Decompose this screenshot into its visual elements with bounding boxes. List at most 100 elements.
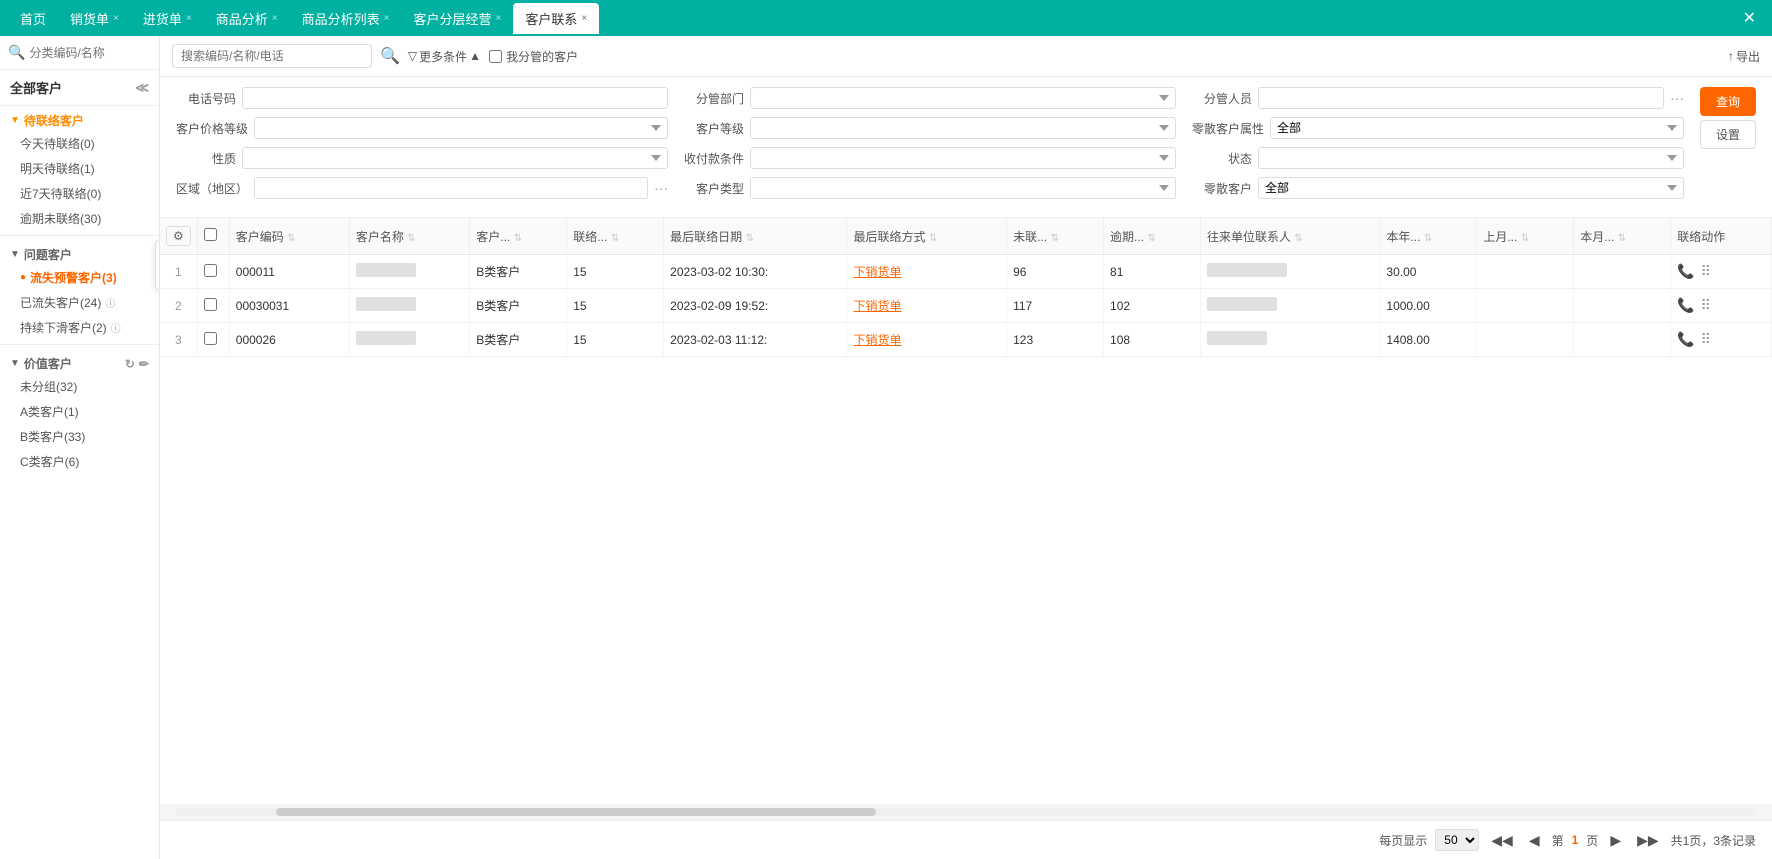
manager-input[interactable] [1258, 87, 1664, 109]
last-contact-method-link-2[interactable]: 下销货单 [853, 299, 901, 313]
per-page-select[interactable]: 50 [1435, 829, 1479, 851]
filter-search-input[interactable] [172, 44, 372, 68]
export-button[interactable]: ↑ 导出 [1728, 48, 1760, 65]
td-contact-person-2 [1200, 289, 1379, 323]
more-conditions-arrow-icon: ▲ [469, 49, 481, 63]
query-button[interactable]: 查询 [1700, 87, 1756, 116]
nature-select[interactable] [242, 147, 668, 169]
my-customers-checkbox-label[interactable]: 我分管的客户 [489, 48, 578, 65]
dept-select[interactable] [750, 87, 1176, 109]
sidebar-item-churn-warning[interactable]: ● 流失预警客户(3) [0, 265, 159, 290]
region-dots-icon[interactable]: ··· [654, 180, 668, 196]
table-settings-button[interactable]: ⚙ [166, 226, 191, 246]
phone-input[interactable] [242, 87, 668, 109]
sidebar-item-class-a[interactable]: A类客户(1) [0, 399, 159, 424]
last-page-button[interactable]: ▶▶ [1633, 830, 1663, 851]
close-purchase-tab-icon[interactable]: × [186, 13, 192, 24]
contact-person-blur-1 [1207, 263, 1287, 277]
main-layout: 🔍 全部客户 ≪ ▼ 待联络客户 今天待联络(0) 明天待联络(1) 近7天待联… [0, 36, 1772, 859]
retail-customer-select[interactable]: 全部 [1258, 177, 1684, 199]
row2-more-icon[interactable]: ⠿ [1701, 297, 1711, 314]
th-customer-name[interactable]: 客户名称 ⇅ [349, 218, 469, 255]
sidebar-search-input[interactable] [29, 46, 160, 60]
table-row: 1 000011 B类客户 15 2023-03-02 10:30: 下销货单 [160, 255, 1772, 289]
last-contact-method-link-1[interactable]: 下销货单 [853, 265, 901, 279]
sidebar-item-class-c[interactable]: C类客户(6) [0, 449, 159, 474]
row3-more-icon[interactable]: ⠿ [1701, 331, 1711, 348]
sidebar-item-7day-contact[interactable]: 近7天待联络(0) [0, 181, 159, 206]
filter-field-price-level: 客户价格等级 [176, 117, 668, 139]
customer-type-select[interactable] [750, 177, 1176, 199]
value-customers-edit-icon[interactable]: ✏ [139, 357, 149, 371]
customer-level-select[interactable] [750, 117, 1176, 139]
th-this-month[interactable]: 本月... ⇅ [1574, 218, 1671, 255]
prev-page-button[interactable]: ◀ [1525, 830, 1544, 851]
select-all-checkbox[interactable] [204, 228, 217, 241]
th-last-contact-method[interactable]: 最后联络方式 ⇅ [847, 218, 1007, 255]
nav-tab-customer-layer[interactable]: 客户分层经营 × [401, 3, 513, 34]
close-all-tabs-button[interactable]: ✕ [1735, 4, 1764, 32]
customer-type-label: 客户类型 [684, 180, 744, 197]
sidebar-group-value-customers[interactable]: ▼ 价值客户 ↻ ✏ [0, 349, 159, 374]
filter-field-status: 状态 [1192, 147, 1684, 169]
sidebar-item-unclassified[interactable]: 未分组(32) [0, 374, 159, 399]
row3-phone-icon[interactable]: 📞 [1677, 331, 1694, 348]
nav-tab-sales[interactable]: 销货单 × [58, 3, 131, 34]
th-last-contact-date[interactable]: 最后联络日期 ⇅ [664, 218, 847, 255]
sidebar-item-overdue-contact[interactable]: 逾期未联络(30) [0, 206, 159, 231]
declining-info-icon[interactable]: ⓘ [111, 320, 121, 335]
row1-more-icon[interactable]: ⠿ [1701, 263, 1711, 280]
nav-tab-analysis[interactable]: 商品分析 × [204, 3, 290, 34]
price-level-select[interactable] [254, 117, 668, 139]
horizontal-scrollbar[interactable] [176, 808, 1756, 816]
close-analysis-tab-icon[interactable]: × [272, 13, 278, 24]
th-customer-code[interactable]: 客户编码 ⇅ [229, 218, 349, 255]
row1-phone-icon[interactable]: 📞 [1677, 263, 1694, 280]
customer-code-sort-icon: ⇅ [287, 233, 295, 244]
th-contact-person[interactable]: 往来单位联系人 ⇅ [1200, 218, 1379, 255]
close-customer-contact-tab-icon[interactable]: × [581, 13, 587, 24]
sidebar-collapse-icon[interactable]: ≪ [135, 80, 149, 96]
close-analysis-list-tab-icon[interactable]: × [384, 13, 390, 24]
value-customers-refresh-icon[interactable]: ↻ [125, 357, 135, 371]
settings-button[interactable]: 设置 [1700, 120, 1756, 149]
row2-phone-icon[interactable]: 📞 [1677, 297, 1694, 314]
th-this-year[interactable]: 本年... ⇅ [1380, 218, 1477, 255]
th-customer-type[interactable]: 客户... ⇅ [470, 218, 567, 255]
th-overdue[interactable]: 逾期... ⇅ [1104, 218, 1201, 255]
nav-tab-purchase[interactable]: 进货单 × [131, 3, 204, 34]
th-uncontacted[interactable]: 未联... ⇅ [1007, 218, 1104, 255]
nav-tab-analysis-list[interactable]: 商品分析列表 × [290, 3, 402, 34]
close-customer-layer-tab-icon[interactable]: × [495, 13, 501, 24]
my-customers-checkbox[interactable] [489, 50, 502, 63]
sidebar-item-tomorrow-contact[interactable]: 明天待联络(1) [0, 156, 159, 181]
row1-checkbox[interactable] [204, 264, 217, 277]
nav-tab-customer-contact[interactable]: 客户联系 × [513, 3, 599, 34]
region-input[interactable] [254, 177, 648, 199]
manager-dots-icon[interactable]: ··· [1670, 90, 1684, 106]
sidebar-item-class-b[interactable]: B类客户(33) [0, 424, 159, 449]
status-select[interactable] [1258, 147, 1684, 169]
filter-search-button[interactable]: 🔍 [380, 46, 400, 66]
sidebar-item-churned[interactable]: 已流失客户(24) ⓘ [0, 290, 159, 315]
sidebar-group-pending-contact[interactable]: ▼ 待联络客户 [0, 106, 159, 131]
filter-field-retail-attr: 零散客户属性 全部 [1192, 117, 1684, 139]
td-uncontacted-3: 123 [1007, 323, 1104, 357]
row3-checkbox[interactable] [204, 332, 217, 345]
nav-tab-home[interactable]: 首页 [8, 3, 58, 34]
sidebar-item-declining[interactable]: 持续下滑客户(2) ⓘ [0, 315, 159, 340]
more-conditions-button[interactable]: ▽ 更多条件 ▲ [408, 48, 481, 65]
sidebar-item-today-contact[interactable]: 今天待联络(0) [0, 131, 159, 156]
th-contact-count[interactable]: 联络... ⇅ [567, 218, 664, 255]
scrollbar-thumb[interactable] [276, 808, 876, 816]
retail-attr-select[interactable]: 全部 [1270, 117, 1684, 139]
payment-select[interactable] [750, 147, 1176, 169]
th-last-month[interactable]: 上月... ⇅ [1477, 218, 1574, 255]
first-page-button[interactable]: ◀◀ [1487, 830, 1517, 851]
close-sales-tab-icon[interactable]: × [113, 13, 119, 24]
churned-info-icon[interactable]: ⓘ [105, 295, 115, 310]
sidebar-group-problem-customers[interactable]: ▼ 问题客户 [0, 240, 159, 265]
next-page-button[interactable]: ▶ [1606, 830, 1625, 851]
last-contact-method-link-3[interactable]: 下销货单 [853, 333, 901, 347]
row2-checkbox[interactable] [204, 298, 217, 311]
